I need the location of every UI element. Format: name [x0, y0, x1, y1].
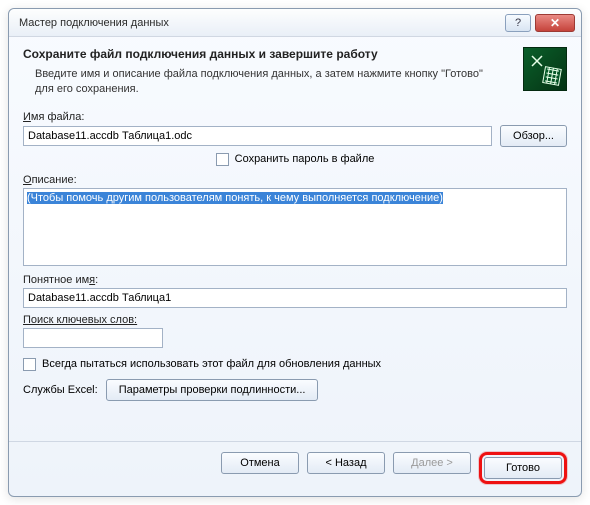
keywords-label: Поиск ключевых слов:: [23, 314, 567, 326]
keywords-input[interactable]: [23, 328, 163, 348]
friendly-name-label: Понятное имя:: [23, 274, 567, 286]
help-button[interactable]: ?: [505, 14, 531, 32]
next-button: Далее >: [393, 452, 471, 474]
window-title: Мастер подключения данных: [19, 17, 501, 29]
save-password-label: Сохранить пароль в файле: [235, 153, 375, 165]
page-title: Сохраните файл подключения данных и заве…: [23, 47, 513, 61]
help-icon: ?: [515, 17, 521, 29]
filename-input[interactable]: [23, 126, 492, 146]
auth-params-button[interactable]: Параметры проверки подлинности...: [106, 379, 319, 401]
titlebar: Мастер подключения данных ? ✕: [9, 9, 581, 37]
cancel-button[interactable]: Отмена: [221, 452, 299, 474]
excel-services-label: Службы Excel:: [23, 384, 98, 396]
dialog-footer: Отмена < Назад Далее > Готово: [9, 442, 581, 496]
description-value: (Чтобы помочь другим пользователям понят…: [27, 192, 443, 204]
close-button[interactable]: ✕: [535, 14, 575, 32]
dialog-content: Сохраните файл подключения данных и заве…: [9, 37, 581, 433]
dialog-window: Мастер подключения данных ? ✕ Сохраните …: [8, 8, 582, 497]
done-button[interactable]: Готово: [484, 457, 562, 479]
browse-button[interactable]: Обзор...: [500, 125, 567, 147]
description-label: Описание:: [23, 174, 567, 186]
always-use-label: Всегда пытаться использовать этот файл д…: [42, 358, 381, 370]
description-textarea[interactable]: (Чтобы помочь другим пользователям понят…: [23, 188, 567, 266]
back-button[interactable]: < Назад: [307, 452, 385, 474]
filename-label: Имя файла:: [23, 111, 567, 123]
page-description: Введите имя и описание файла подключения…: [23, 67, 513, 97]
wizard-icon: [523, 47, 567, 91]
close-icon: ✕: [550, 16, 560, 30]
always-use-checkbox[interactable]: [23, 358, 36, 371]
done-highlight: Готово: [479, 452, 567, 484]
save-password-checkbox[interactable]: [216, 153, 229, 166]
friendly-name-input[interactable]: [23, 288, 567, 308]
